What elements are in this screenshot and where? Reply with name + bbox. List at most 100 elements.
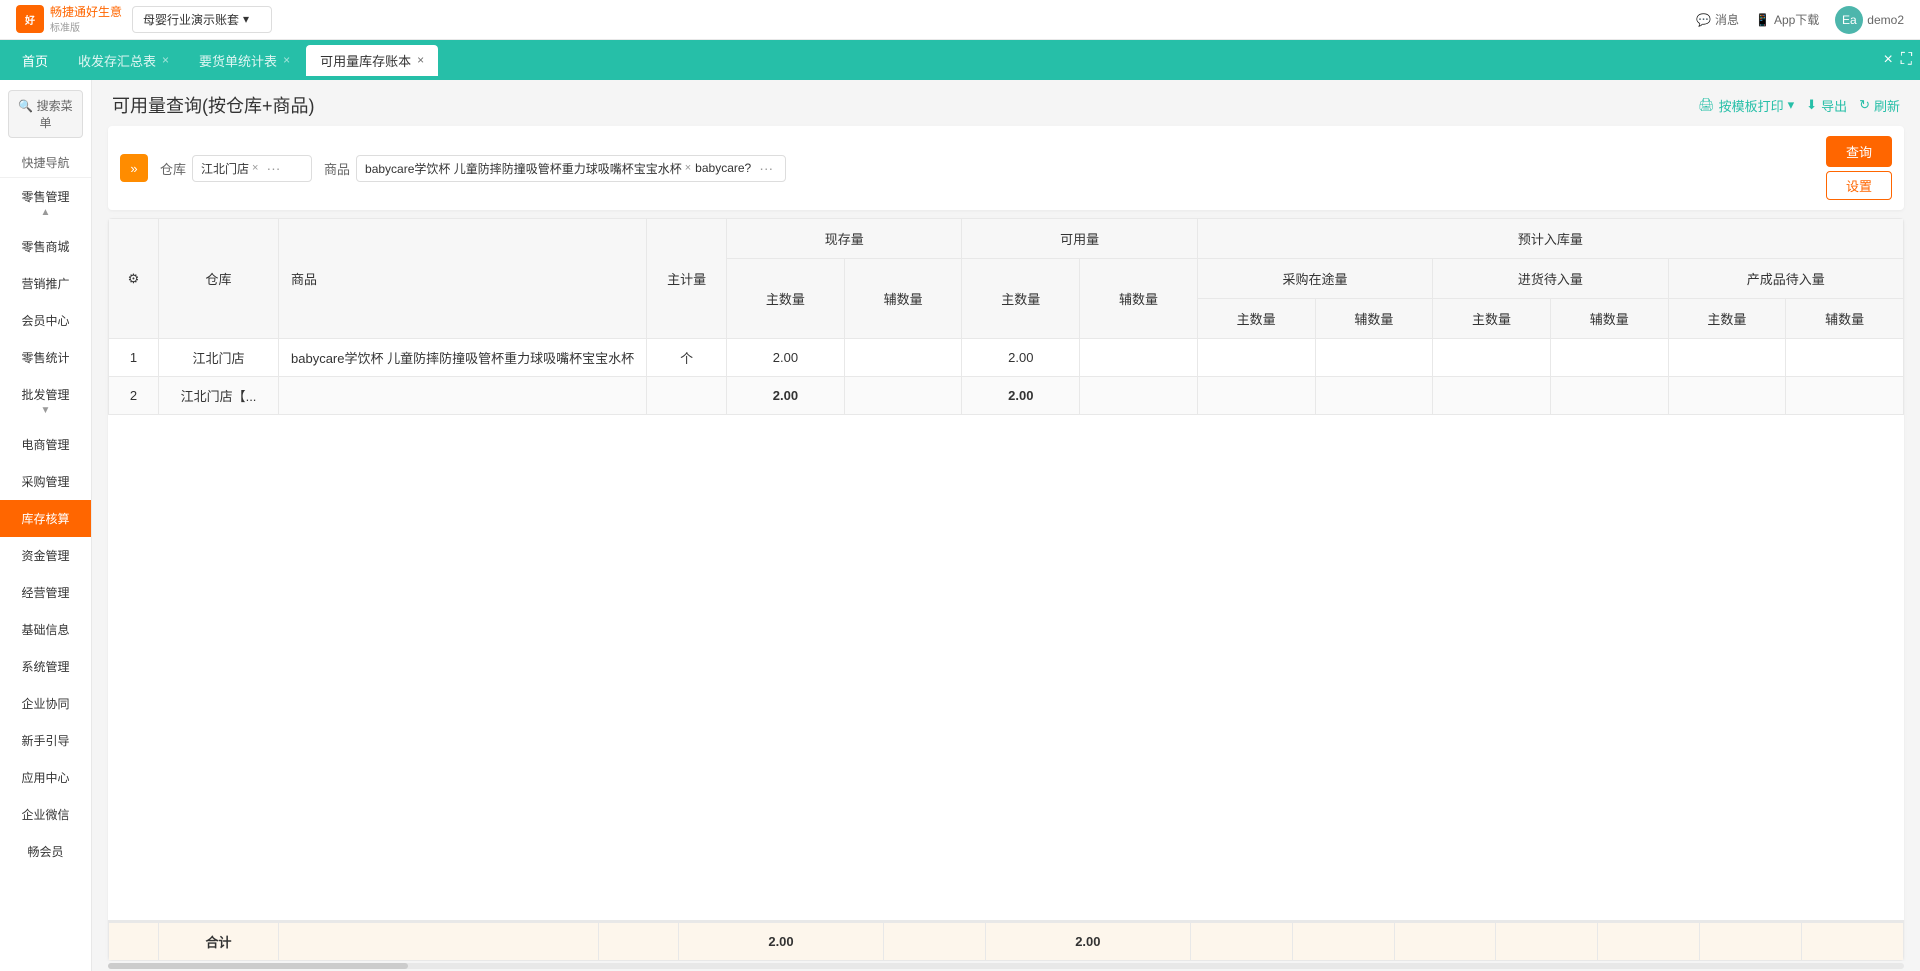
row2-purchase-transit-main: [1197, 377, 1315, 415]
row1-available-main: 2.00: [962, 339, 1080, 377]
sidebar-search-area: 🔍 搜索菜单: [0, 80, 91, 148]
tab-receive[interactable]: 收发存汇总表 ×: [64, 45, 183, 76]
sidebar-item-purchase[interactable]: 采购管理: [0, 463, 91, 500]
footer-row: 合计 2.00 2.00: [109, 923, 1904, 961]
tab-available[interactable]: 可用量库存账本 ×: [306, 45, 438, 76]
row2-purchase-transit-aux: [1315, 377, 1433, 415]
sidebar-item-retail-stats[interactable]: 零售统计: [0, 339, 91, 376]
sidebar-item-apps[interactable]: 应用中心: [0, 759, 91, 796]
app-download-label: App下载: [1774, 11, 1819, 28]
brand-sub: 标准版: [50, 19, 122, 34]
topbar-left: 好 畅捷通好生意 标准版 母婴行业演示账套 ▾: [16, 5, 272, 34]
footer-empty-2: [279, 923, 599, 961]
page-header: 可用量查询(按仓库+商品) 🖨 按模板打印 ▾ ⬇ 导出 ↻ 刷新: [92, 80, 1920, 126]
export-label: 导出: [1821, 96, 1847, 115]
industry-selector[interactable]: 母婴行业演示账套 ▾: [132, 6, 272, 33]
product-filter-group: 商品 babycare学饮杯 儿童防摔防撞吸管杯重力球吸嘴杯宝宝水杯 × bab…: [324, 155, 786, 182]
row2-available-main: 2.00: [962, 377, 1080, 415]
footer-available-main: 2.00: [985, 923, 1190, 961]
sidebar-item-marketing[interactable]: 营销推广: [0, 265, 91, 302]
tab-receive-label: 收发存汇总表: [78, 51, 156, 70]
sidebar-item-retail-mgmt[interactable]: 零售管理 ▲: [0, 178, 91, 228]
sidebar-item-quick-nav[interactable]: 快捷导航: [0, 148, 91, 178]
sidebar-item-member[interactable]: 会员中心: [0, 302, 91, 339]
print-button[interactable]: 🖨 按模板打印 ▾: [1698, 96, 1794, 115]
refresh-button[interactable]: ↻ 刷新: [1859, 96, 1900, 115]
tab-order-close[interactable]: ×: [283, 53, 290, 67]
chevron-icon: ▲: [41, 207, 51, 218]
scrollbar-thumb[interactable]: [108, 963, 408, 969]
product-tag-1: babycare学饮杯 儿童防摔防撞吸管杯重力球吸嘴杯宝宝水杯 ×: [365, 160, 691, 177]
sidebar-item-operation[interactable]: 经营管理: [0, 574, 91, 611]
tab-order[interactable]: 要货单统计表 ×: [185, 45, 304, 76]
export-button[interactable]: ⬇ 导出: [1806, 96, 1847, 115]
message-button[interactable]: 💬 消息: [1696, 11, 1739, 28]
search-menu-button[interactable]: 🔍 搜索菜单: [8, 90, 83, 138]
sidebar-item-retail-mall[interactable]: 零售商城: [0, 228, 91, 265]
th-current-aux: 辅数量: [844, 259, 962, 339]
sidebar-item-ecommerce-label: 电商管理: [21, 436, 69, 453]
sidebar-item-ecommerce[interactable]: 电商管理: [0, 426, 91, 463]
sidebar-item-inventory[interactable]: 库存核算: [0, 500, 91, 537]
footer-table: 合计 2.00 2.00: [108, 922, 1904, 961]
sidebar-item-wholesale-mgmt[interactable]: 批发管理 ▼: [0, 376, 91, 426]
content-area: 可用量查询(按仓库+商品) 🖨 按模板打印 ▾ ⬇ 导出 ↻ 刷新: [92, 80, 1920, 971]
th-incoming: 进货待入量: [1433, 259, 1668, 299]
sidebar: 🔍 搜索菜单 快捷导航 零售管理 ▲ 零售商城 营销推广 会员中心 零售统计 批…: [0, 80, 92, 971]
row1-product: babycare学饮杯 儿童防摔防撞吸管杯重力球吸嘴杯宝宝水杯: [279, 339, 647, 377]
close-all-icon[interactable]: ×: [1883, 51, 1892, 69]
expand-icon[interactable]: ⛶: [1901, 51, 1912, 69]
brand-info: 畅捷通好生意 标准版: [50, 5, 122, 34]
sidebar-item-vip[interactable]: 畅会员: [0, 833, 91, 870]
sidebar-item-newbie[interactable]: 新手引导: [0, 722, 91, 759]
message-label: 消息: [1715, 11, 1739, 28]
th-product-aux: 辅数量: [1786, 299, 1904, 339]
th-product-inbound: 产成品待入量: [1668, 259, 1903, 299]
warehouse-tag-remove[interactable]: ×: [252, 162, 258, 174]
tab-home[interactable]: 首页: [8, 45, 62, 76]
row1-incoming-main: [1433, 339, 1551, 377]
query-button[interactable]: 查询: [1826, 136, 1892, 167]
sidebar-item-purchase-label: 采购管理: [21, 473, 69, 490]
sidebar-item-enterprise[interactable]: 企业协同: [0, 685, 91, 722]
industry-label: 母婴行业演示账套: [143, 11, 239, 28]
tab-controls: × ⛶: [1883, 51, 1912, 69]
row2-incoming-main: [1433, 377, 1551, 415]
topbar: 好 畅捷通好生意 标准版 母婴行业演示账套 ▾ 💬 消息 📱 App下载 Ea …: [0, 0, 1920, 40]
filter-toggle-button[interactable]: »: [120, 154, 148, 182]
sidebar-item-basic[interactable]: 基础信息: [0, 611, 91, 648]
product-more-icon[interactable]: ···: [755, 160, 777, 176]
warehouse-input[interactable]: 江北门店 × ···: [192, 155, 312, 182]
sidebar-item-basic-label: 基础信息: [21, 621, 69, 638]
page-title: 可用量查询(按仓库+商品): [112, 92, 315, 118]
sidebar-item-system[interactable]: 系统管理: [0, 648, 91, 685]
sidebar-item-finance[interactable]: 资金管理: [0, 537, 91, 574]
sidebar-item-wechat[interactable]: 企业微信: [0, 796, 91, 833]
footer-p6: [1802, 923, 1904, 961]
app-download-button[interactable]: 📱 App下载: [1755, 11, 1819, 28]
row1-purchase-transit-aux: [1315, 339, 1433, 377]
row1-incoming-aux: [1550, 339, 1668, 377]
chevron-down-icon: ▾: [243, 12, 249, 26]
product-input[interactable]: babycare学饮杯 儿童防摔防撞吸管杯重力球吸嘴杯宝宝水杯 × babyca…: [356, 155, 786, 182]
th-settings-icon[interactable]: ⚙: [109, 219, 159, 339]
product-tag1-remove[interactable]: ×: [685, 162, 691, 174]
brand-text: 畅捷通好生意: [50, 5, 122, 19]
double-arrow-icon: »: [130, 161, 137, 176]
sidebar-item-member-label: 会员中心: [21, 312, 69, 329]
footer-p1: [1292, 923, 1394, 961]
refresh-icon: ↻: [1859, 97, 1870, 113]
row2-unit: [647, 377, 727, 415]
settings-button[interactable]: 设置: [1826, 171, 1892, 200]
th-current-main: 主数量: [727, 259, 845, 339]
th-available-aux: 辅数量: [1080, 259, 1198, 339]
th-purchase-main: 主数量: [1197, 299, 1315, 339]
th-incoming-aux: 辅数量: [1550, 299, 1668, 339]
tab-receive-close[interactable]: ×: [162, 53, 169, 67]
print-icon: 🖨: [1698, 97, 1715, 113]
tab-available-close[interactable]: ×: [417, 53, 424, 67]
user-menu[interactable]: Ea demo2: [1835, 6, 1904, 34]
sidebar-item-wholesale-mgmt-label: 批发管理: [21, 386, 69, 403]
warehouse-more-icon[interactable]: ···: [262, 160, 284, 176]
app-icon: 📱: [1755, 13, 1770, 27]
